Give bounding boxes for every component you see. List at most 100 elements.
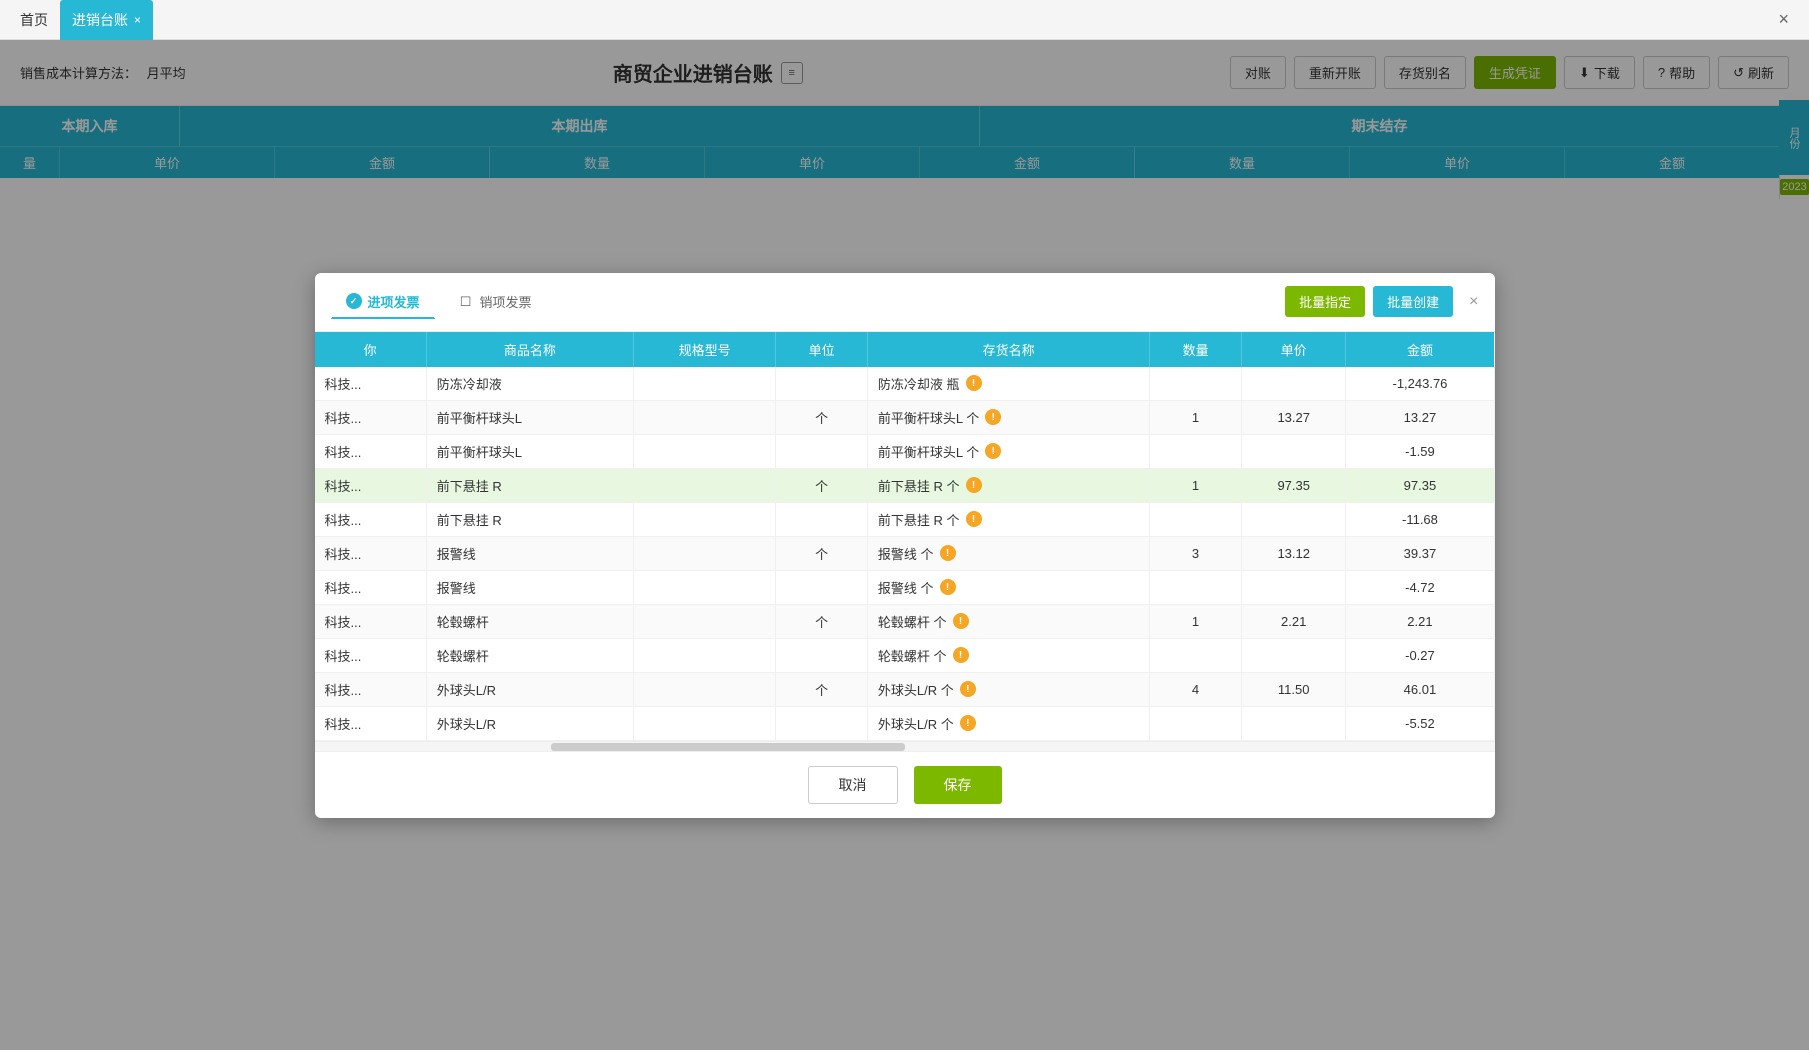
table-cell: 前平衡杆球头L xyxy=(426,400,633,434)
table-cell: 防冻冷却液 xyxy=(426,367,633,401)
warning-icon: ! xyxy=(953,613,969,629)
table-cell xyxy=(1242,502,1346,536)
table-row: 科技...轮毂螺杆轮毂螺杆 个!-0.27 xyxy=(315,638,1495,672)
warning-icon: ! xyxy=(953,647,969,663)
table-row: 科技...报警线报警线 个!-4.72 xyxy=(315,570,1495,604)
table-cell: 报警线 xyxy=(426,570,633,604)
table-cell: 46.01 xyxy=(1346,672,1494,706)
save-button[interactable]: 保存 xyxy=(914,766,1002,804)
warning-icon: ! xyxy=(940,579,956,595)
tab-close-icon[interactable]: × xyxy=(134,13,141,27)
purchase-tab-label: 进项发票 xyxy=(368,292,420,311)
table-cell: 前平衡杆球头L xyxy=(426,434,633,468)
horizontal-scrollbar[interactable] xyxy=(315,741,1495,751)
table-cell: 前下悬挂 R 个! xyxy=(868,503,1150,536)
table-cell xyxy=(776,570,868,604)
modal-dialog: ✓ 进项发票 ☐ 销项发票 批量指定 批量创建 × 你 xyxy=(315,273,1495,818)
modal-close-button[interactable]: × xyxy=(1469,293,1478,311)
table-cell xyxy=(1242,638,1346,672)
th-spec: 规格型号 xyxy=(633,332,775,367)
th-inventory-name: 存货名称 xyxy=(867,332,1149,367)
warning-icon: ! xyxy=(966,477,982,493)
modal-header: ✓ 进项发票 ☐ 销项发票 批量指定 批量创建 × xyxy=(315,273,1495,332)
table-cell xyxy=(1150,367,1242,401)
main-content: 销售成本计算方法： 月平均 商贸企业进销台账 ≡ 对账 重新开账 存货别名 生成… xyxy=(0,40,1809,1050)
table-cell: 前下悬挂 R xyxy=(426,468,633,502)
table-cell: 个 xyxy=(776,672,868,706)
table-cell: -5.52 xyxy=(1346,706,1494,740)
table-cell: 科技... xyxy=(315,604,427,638)
table-cell: -1,243.76 xyxy=(1346,367,1494,401)
cancel-button[interactable]: 取消 xyxy=(808,766,898,804)
table-cell: 4 xyxy=(1150,672,1242,706)
table-cell: 13.12 xyxy=(1242,536,1346,570)
table-row: 科技...报警线个报警线 个!313.1239.37 xyxy=(315,536,1495,570)
table-cell xyxy=(776,638,868,672)
table-cell xyxy=(633,536,775,570)
table-cell: 11.50 xyxy=(1242,672,1346,706)
tab-label: 进销台账 xyxy=(72,10,128,30)
table-cell xyxy=(776,434,868,468)
table-cell: 个 xyxy=(776,604,868,638)
table-cell xyxy=(633,400,775,434)
sales-tab-icon: ☐ xyxy=(458,294,474,310)
table-row: 科技...前下悬挂 R个前下悬挂 R 个!197.3597.35 xyxy=(315,468,1495,502)
table-row: 科技...防冻冷却液 防冻冷却液 瓶! -1,243.76 xyxy=(315,367,1495,401)
table-cell xyxy=(1242,434,1346,468)
sales-invoice-tab[interactable]: ☐ 销项发票 xyxy=(443,285,547,318)
modal-footer: 取消 保存 xyxy=(315,751,1495,818)
table-cell: 科技... xyxy=(315,367,427,401)
warning-icon: ! xyxy=(960,681,976,697)
table-header-row: 你 商品名称 规格型号 单位 存货名称 数量 单价 金额 xyxy=(315,332,1495,367)
window-close-button[interactable]: × xyxy=(1766,9,1801,30)
table-cell xyxy=(776,502,868,536)
purchase-sales-tab[interactable]: 进销台账 × xyxy=(60,0,153,40)
invoice-table: 你 商品名称 规格型号 单位 存货名称 数量 单价 金额 科技...防冻冷却液防… xyxy=(315,332,1495,741)
table-cell: 科技... xyxy=(315,570,427,604)
warning-icon: ! xyxy=(985,409,1001,425)
table-row: 科技...外球头L/R个外球头L/R 个!411.5046.01 xyxy=(315,672,1495,706)
table-cell: 前平衡杆球头L 个! xyxy=(868,435,1150,468)
home-tab[interactable]: 首页 xyxy=(8,0,60,40)
warning-icon: ! xyxy=(966,375,982,391)
scrollbar-thumb xyxy=(551,743,905,751)
table-cell xyxy=(633,638,775,672)
table-cell: 2.21 xyxy=(1346,604,1494,638)
purchase-tab-icon: ✓ xyxy=(346,293,362,309)
table-cell: 轮毂螺杆 个! xyxy=(868,639,1150,672)
table-cell: 科技... xyxy=(315,536,427,570)
table-cell xyxy=(633,604,775,638)
table-cell: 外球头L/R 个! xyxy=(868,707,1150,740)
table-row: 科技...前平衡杆球头L个前平衡杆球头L 个!113.2713.27 xyxy=(315,400,1495,434)
purchase-invoice-tab[interactable]: ✓ 进项发票 xyxy=(331,285,435,319)
table-row: 科技...外球头L/R外球头L/R 个!-5.52 xyxy=(315,706,1495,740)
table-cell xyxy=(1242,367,1346,401)
table-cell: 97.35 xyxy=(1346,468,1494,502)
table-cell: 前下悬挂 R xyxy=(426,502,633,536)
th-company: 你 xyxy=(315,332,427,367)
batch-assign-button[interactable]: 批量指定 xyxy=(1285,286,1365,317)
th-product-name: 商品名称 xyxy=(426,332,633,367)
table-cell: 个 xyxy=(776,400,868,434)
table-cell xyxy=(633,502,775,536)
table-row: 科技...前平衡杆球头L 前平衡杆球头L 个! -1.59 xyxy=(315,434,1495,468)
table-row: 科技...前下悬挂 R前下悬挂 R 个!-11.68 xyxy=(315,502,1495,536)
table-cell: 2.21 xyxy=(1242,604,1346,638)
table-cell: 防冻冷却液 瓶! xyxy=(868,367,1150,400)
th-unit: 单位 xyxy=(776,332,868,367)
warning-icon: ! xyxy=(966,511,982,527)
modal-action-buttons: 批量指定 批量创建 xyxy=(1285,286,1453,317)
sales-tab-label: 销项发票 xyxy=(480,292,532,311)
table-cell: 报警线 xyxy=(426,536,633,570)
table-cell: 13.27 xyxy=(1346,400,1494,434)
table-cell: 个 xyxy=(776,468,868,502)
table-cell: 前下悬挂 R 个! xyxy=(868,469,1150,502)
table-cell: 39.37 xyxy=(1346,536,1494,570)
table-cell xyxy=(1150,570,1242,604)
th-unit-price: 单价 xyxy=(1242,332,1346,367)
batch-create-button[interactable]: 批量创建 xyxy=(1373,286,1453,317)
table-cell: -1.59 xyxy=(1346,434,1494,468)
table-cell xyxy=(776,706,868,740)
table-cell xyxy=(633,570,775,604)
table-cell: 科技... xyxy=(315,434,427,468)
